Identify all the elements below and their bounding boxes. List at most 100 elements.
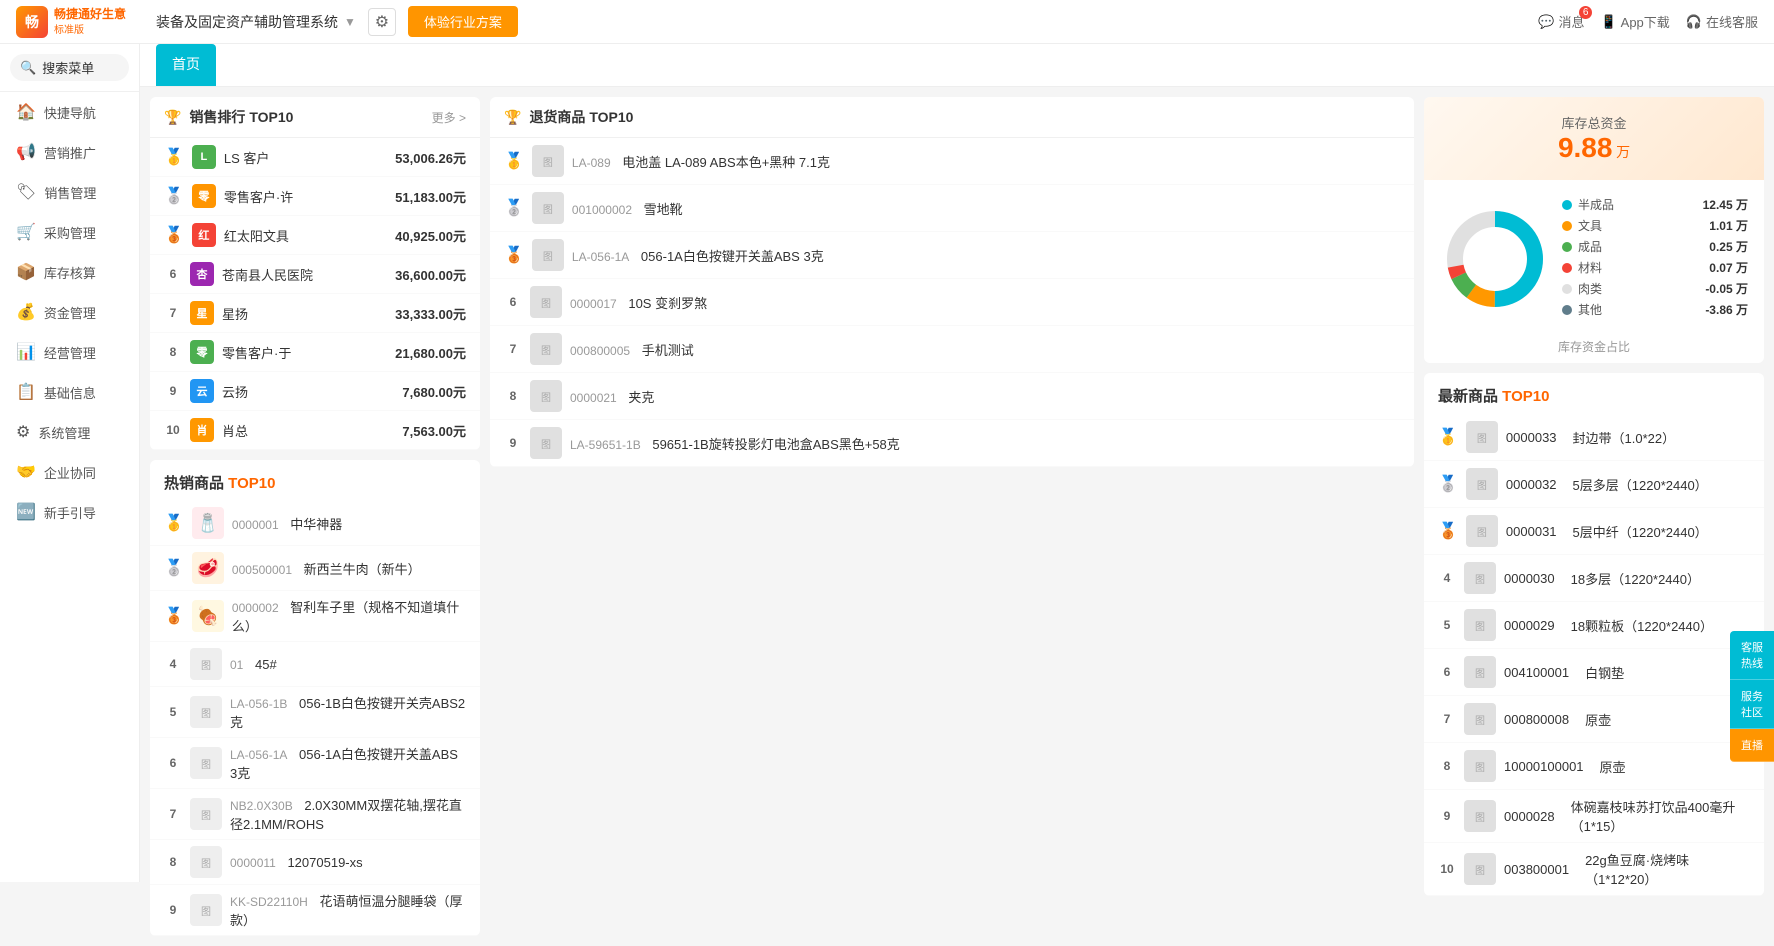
table-row: 8 图 0000021 夹克 [490,373,1414,420]
app-download-button[interactable]: 📱 App下载 [1600,12,1669,31]
table-row: 8 图 10000100001 原壶 [1424,743,1764,790]
product-thumbnail: 图 [190,747,222,779]
sidebar-item-finance[interactable]: 💰 资金管理 [0,292,139,332]
product-info: KK-SD22110H 花语萌恒温分腿睡袋（厚款） [230,891,466,929]
marketing-icon: 📢 [16,142,36,162]
customer-name: 星扬 [222,304,387,323]
sales-value: 33,333.00元 [395,304,466,323]
product-info: 01 45# [230,657,466,672]
product-thumbnail: 图 [532,192,564,224]
sales-value: 21,680.00元 [395,343,466,362]
product-thumbnail: 🍖 [192,600,224,632]
product-info: 000800005 手机测试 [570,340,1400,359]
sales-value: 36,600.00元 [395,265,466,284]
sidebar-label-system: 系统管理 [38,423,90,442]
customer-name: 红太阳文具 [224,226,387,245]
table-row: 🥇 图 0000033 封边带（1.0*22） [1424,414,1764,461]
live-stream-button[interactable]: 直播 [1730,729,1774,762]
trial-button[interactable]: 体验行业方案 [408,6,518,37]
sidebar-item-operations[interactable]: 📊 经营管理 [0,332,139,372]
table-row: 10 图 003800001 22g鱼豆腐·烧烤味（1*12*20） [1424,843,1764,896]
system-icon: ⚙ [16,422,30,442]
sidebar-item-collab[interactable]: 🤝 企业协同 [0,452,139,492]
inventory-total-area: 库存总资金 9.88 万 [1424,97,1764,180]
legend-item: 成品 0.25 万 [1562,238,1748,255]
table-row: 9 图 KK-SD22110H 花语萌恒温分腿睡袋（厚款） [150,885,480,936]
sidebar-label-operations: 经营管理 [44,343,96,362]
product-info: LA-056-1A 056-1A白色按键开关盖ABS 3克 [572,246,1400,265]
table-row: 6 图 004100001 白钢垫 [1424,649,1764,696]
table-row: 🥈 零 零售客户·许 51,183.00元 [150,177,480,216]
inventory-label: 库存总资金 [1440,113,1748,132]
legend-item: 半成品 12.45 万 [1562,196,1748,213]
customer-service-button[interactable]: 客服热线 [1730,631,1774,680]
product-name: 原壶 [1600,757,1626,776]
table-row: 🥉 🍖 0000002 智利车子里（规格不知道填什么） [150,591,480,642]
rank-number: 9 [504,434,522,452]
dashboard-grid: 🏆 销售排行 TOP10 更多 > 🥇 L LS 客户 53,006.26元 🥈 [140,87,1774,946]
sidebar-label-purchase: 采购管理 [44,223,96,242]
latest-products-title: 最新商品 TOP10 [1424,373,1764,414]
medal-silver: 🥈 [504,198,524,218]
avatar: 肖 [190,418,214,442]
product-info: LA-056-1B 056-1B白色按键开关壳ABS2克 [230,693,466,731]
sidebar-label-sales: 销售管理 [44,183,96,202]
sidebar-item-inventory[interactable]: 📦 库存核算 [0,252,139,292]
sidebar-search-area: 🔍 搜索菜单 [0,44,139,92]
logo-area: 畅 畅捷通好生意 标准版 [16,6,156,38]
sidebar-item-marketing[interactable]: 📢 营销推广 [0,132,139,172]
product-return-list: 🥇 图 LA-089 电池盖 LA-089 ABS本色+黑种 7.1克 🥈 图 … [490,138,1414,467]
rank-number: 10 [1438,860,1456,878]
legend-dot [1562,284,1572,294]
legend-item: 肉类 -0.05 万 [1562,280,1748,297]
sidebar-label-finance: 资金管理 [44,303,96,322]
product-thumbnail: 图 [1464,656,1496,688]
product-thumbnail: 图 [1466,421,1498,453]
sidebar-item-sales[interactable]: 🏷 销售管理 [0,172,139,212]
sidebar-item-system[interactable]: ⚙ 系统管理 [0,412,139,452]
product-thumbnail: 图 [1464,703,1496,735]
right-column: 库存总资金 9.88 万 [1424,97,1764,936]
table-row: 9 图 0000028 体碗嘉枝味苏打饮品400毫升（1*15） [1424,790,1764,843]
product-thumbnail: 图 [530,427,562,459]
table-row: 🥈 🥩 000500001 新西兰牛肉（新牛） [150,546,480,591]
guide-icon: 🆕 [16,502,36,522]
product-info: 0000001 中华神器 [232,514,466,533]
legend-item: 文具 1.01 万 [1562,217,1748,234]
sidebar-item-guide[interactable]: 🆕 新手引导 [0,492,139,532]
message-badge: 6 [1579,6,1593,19]
medal-silver: 🥈 [1438,474,1458,494]
message-button[interactable]: 💬 消息 6 [1538,12,1584,31]
message-icon: 💬 [1538,14,1554,30]
product-name: 白钢垫 [1585,663,1624,682]
sidebar-item-quicknav[interactable]: 🏠 快捷导航 [0,92,139,132]
product-return-panel: 🏆 退货商品 TOP10 🥇 图 LA-089 电池盖 LA-089 ABS本色… [490,97,1414,467]
settings-button[interactable]: ⚙ [368,8,396,36]
rank-number: 5 [1438,616,1456,634]
product-thumbnail: 图 [1466,515,1498,547]
table-row: 9 云 云扬 7,680.00元 [150,372,480,411]
sidebar-label-collab: 企业协同 [44,463,96,482]
legend-item: 材料 0.07 万 [1562,259,1748,276]
sales-value: 7,680.00元 [402,382,466,401]
rank-number: 6 [504,293,522,311]
system-dropdown-arrow[interactable]: ▼ [344,15,356,29]
online-service-button[interactable]: 🎧 在线客服 [1686,12,1758,31]
product-code: 0000031 [1506,524,1557,539]
search-menu-button[interactable]: 🔍 搜索菜单 [10,54,129,81]
rank-number: 9 [164,382,182,400]
hot-products-panel: 热销商品 TOP10 🥇 🧂 0000001 中华神器 🥈 🥩 [150,460,480,936]
middle-column: 🏆 退货商品 TOP10 🥇 图 LA-089 电池盖 LA-089 ABS本色… [490,97,1414,936]
sidebar-item-purchase[interactable]: 🛒 采购管理 [0,212,139,252]
sidebar-item-basic[interactable]: 📋 基础信息 [0,372,139,412]
product-info: LA-089 电池盖 LA-089 ABS本色+黑种 7.1克 [572,152,1400,171]
tab-home[interactable]: 首页 [156,44,216,86]
customer-sales-more[interactable]: 更多 > [432,109,466,126]
product-return-header: 🏆 退货商品 TOP10 [490,97,1414,138]
product-info: 0000002 智利车子里（规格不知道填什么） [232,597,466,635]
sidebar-label-quicknav: 快捷导航 [44,103,96,122]
system-name-label: 装备及固定资产辅助管理系统 ▼ [156,12,356,32]
product-name: 18多层（1220*2440） [1571,569,1700,588]
product-code: 10000100001 [1504,759,1584,774]
service-community-button[interactable]: 服务社区 [1730,680,1774,729]
